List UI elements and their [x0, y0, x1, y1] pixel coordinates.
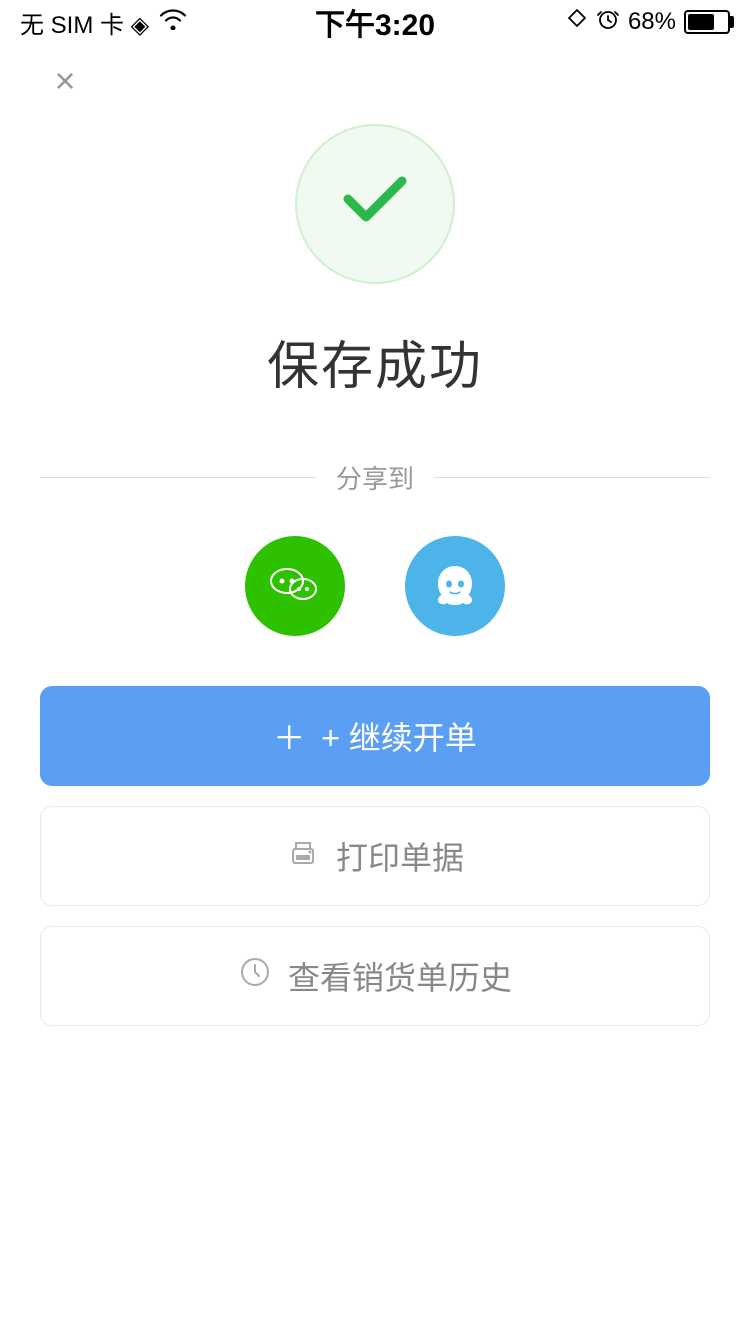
continue-button[interactable]: ＋ + 继续开单 [40, 686, 710, 786]
history-label: 查看销货单历史 [288, 953, 512, 999]
share-section: 分享到 [0, 459, 750, 636]
success-circle [295, 124, 455, 284]
share-icons [40, 536, 710, 636]
share-divider: 分享到 [40, 459, 710, 496]
close-button[interactable]: × [40, 56, 90, 106]
print-button[interactable]: 打印单据 [40, 806, 710, 906]
qq-share-button[interactable] [405, 536, 505, 636]
status-time: 下午3:20 [315, 0, 435, 44]
history-icon [238, 955, 272, 997]
battery-percent: 68% [628, 8, 676, 36]
print-label: 打印单据 [336, 833, 464, 879]
battery-icon [684, 10, 730, 34]
status-bar: 无 SIM 卡 ◈ 下午3:20 68% [0, 0, 750, 44]
alarm-icon [596, 7, 620, 38]
sim-label: 无 SIM 卡 ◈ [20, 5, 149, 40]
print-icon [286, 835, 320, 877]
main-content: 保存成功 分享到 [0, 44, 750, 1026]
wifi-icon [159, 8, 187, 37]
actions-section: ＋ + 继续开单 打印单据 查看销货单历 [0, 686, 750, 1026]
continue-label: + 继续开单 [321, 713, 477, 759]
qq-icon [427, 558, 483, 614]
wechat-icon [265, 556, 325, 616]
share-label: 分享到 [336, 459, 414, 496]
checkmark-icon [330, 153, 420, 256]
wechat-share-button[interactable] [245, 536, 345, 636]
divider-right [434, 477, 710, 478]
status-left: 无 SIM 卡 ◈ [20, 5, 187, 40]
plus-icon: ＋ [273, 713, 305, 759]
status-right: 68% [566, 7, 730, 38]
close-icon: × [54, 63, 75, 99]
history-button[interactable]: 查看销货单历史 [40, 926, 710, 1026]
success-title: 保存成功 [267, 324, 483, 399]
location-icon [566, 8, 588, 37]
divider-left [40, 477, 316, 478]
